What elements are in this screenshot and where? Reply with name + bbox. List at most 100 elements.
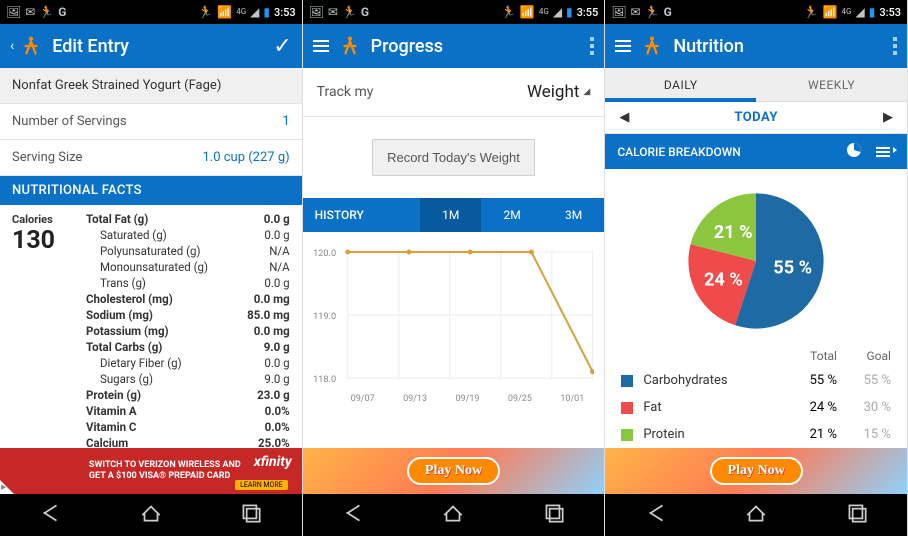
prev-day-icon[interactable]: ◀: [619, 110, 629, 125]
app-logo-icon[interactable]: [641, 35, 663, 57]
android-navbar: [303, 494, 605, 536]
track-label: Track my: [317, 84, 374, 100]
menu-icon[interactable]: [313, 40, 329, 52]
home-icon[interactable]: [743, 500, 769, 530]
clock: 3:53: [274, 6, 296, 19]
google-icon: G: [664, 6, 672, 18]
app-logo-icon[interactable]: [339, 35, 361, 57]
page-title: Nutrition: [673, 36, 883, 57]
ytick-118: 118.0: [313, 375, 336, 385]
date-label[interactable]: TODAY: [734, 110, 778, 125]
xtick: 10/01: [560, 394, 584, 404]
tab-daily[interactable]: DAILY: [605, 68, 756, 101]
svg-text:55 %: 55 %: [773, 257, 812, 278]
legend-header: Total Goal: [605, 349, 907, 367]
running-icon-2: 🏃: [501, 6, 516, 18]
svg-text:21 %: 21 %: [714, 222, 753, 243]
legend-total: 55 %: [783, 373, 837, 388]
date-navigator: ◀ TODAY ▶: [605, 102, 907, 134]
range-tab-1m[interactable]: 1M: [420, 198, 481, 232]
servings-row[interactable]: Number of Servings 1: [0, 104, 302, 140]
tab-weekly[interactable]: WEEKLY: [756, 68, 907, 101]
legend-row: Fat24 %30 %: [605, 394, 907, 421]
ad-cta[interactable]: Play Now: [407, 457, 500, 485]
image-icon: 🖼: [611, 6, 626, 18]
wifi-icon: 📶: [823, 6, 838, 18]
actionbar: ‹ Edit Entry ✓: [0, 24, 302, 68]
size-label: Serving Size: [12, 150, 82, 165]
fact-row: Total Carbs (g)9.0 g: [86, 339, 290, 355]
legend-total: 24 %: [783, 400, 837, 415]
food-name: Nonfat Greek Strained Yogurt (Fage): [0, 68, 302, 104]
legend-goal: 15 %: [837, 427, 891, 442]
ytick-119: 119.0: [313, 312, 336, 322]
home-icon[interactable]: [138, 500, 164, 530]
running-icon-2: 🏃: [198, 6, 213, 18]
fact-row: Sugars (g)9.0 g: [86, 371, 290, 387]
page-title: Progress: [371, 36, 581, 57]
ad-banner[interactable]: Play Now: [605, 448, 907, 494]
overflow-icon[interactable]: [893, 37, 897, 55]
range-tab-3m[interactable]: 3M: [543, 198, 604, 232]
menu-icon[interactable]: [615, 40, 631, 52]
signal-icon: ◢: [855, 6, 864, 18]
home-icon[interactable]: [440, 500, 466, 530]
recent-apps-icon[interactable]: [238, 500, 264, 530]
back-caret-icon[interactable]: ‹: [10, 38, 14, 54]
history-header: HISTORY 1M 2M 3M: [303, 198, 605, 232]
ad-banner[interactable]: SWITCH TO VERIZON WIRELESS AND GET A $10…: [0, 448, 302, 494]
calorie-box: Calories 130: [0, 205, 86, 448]
history-label: HISTORY: [303, 198, 420, 232]
nutrition-facts-header: NUTRITIONAL FACTS: [0, 176, 302, 205]
legend-row: Carbohydrates55 %55 %: [605, 367, 907, 394]
overflow-icon[interactable]: [590, 37, 594, 55]
next-day-icon[interactable]: ▶: [883, 110, 893, 125]
back-icon[interactable]: [340, 500, 366, 530]
legend-total: 21 %: [783, 427, 837, 442]
range-tab-2m[interactable]: 2M: [481, 198, 542, 232]
app-logo-icon[interactable]: [20, 35, 42, 57]
fact-row: Polyunsaturated (g)N/A: [86, 243, 290, 259]
page-title: Edit Entry: [52, 36, 263, 57]
android-navbar: [605, 494, 907, 536]
back-icon[interactable]: [643, 500, 669, 530]
actionbar: Nutrition: [605, 24, 907, 68]
fact-row: Total Fat (g)0.0 g: [86, 211, 290, 227]
statusbar: 🖼 ✉ 🏃 G 🏃 📶 4G ◢ ▮ 3:53: [605, 0, 907, 24]
clock: 3:53: [879, 6, 901, 19]
list-view-icon[interactable]: [876, 145, 895, 159]
phone-nutrition: 🖼 ✉ 🏃 G 🏃 📶 4G ◢ ▮ 3:53 Nutrition DAILY …: [605, 0, 908, 536]
ad-brand: xfinity: [254, 454, 292, 470]
running-icon: 🏃: [645, 6, 660, 18]
servings-value: 1: [282, 114, 289, 129]
svg-text:24 %: 24 %: [704, 269, 743, 290]
record-weight-button[interactable]: Record Today's Weight: [372, 139, 535, 176]
ad-choices-icon[interactable]: [0, 480, 14, 494]
mail-icon: ✉: [25, 6, 35, 18]
legend-goal: 30 %: [837, 400, 891, 415]
confirm-check-icon[interactable]: ✓: [273, 34, 291, 59]
back-icon[interactable]: [37, 500, 63, 530]
ad-banner[interactable]: Play Now: [303, 448, 605, 494]
track-selector-row[interactable]: Track my Weight ◢: [303, 68, 605, 117]
servings-label: Number of Servings: [12, 114, 127, 129]
mail-icon: ✉: [631, 6, 641, 18]
legend-name: Protein: [643, 427, 783, 442]
recent-apps-icon[interactable]: [541, 500, 567, 530]
android-navbar: [0, 494, 302, 536]
statusbar: 🖼 ✉ 🏃 G 🏃 📶 4G ◢ ▮ 3:55: [303, 0, 605, 24]
battery-icon: ▮: [263, 6, 270, 18]
phone-progress: 🖼 ✉ 🏃 G 🏃 📶 4G ◢ ▮ 3:55 Progress Track m…: [303, 0, 606, 536]
signal-icon: ◢: [553, 6, 562, 18]
breakdown-title: CALORIE BREAKDOWN: [617, 145, 741, 159]
serving-size-row[interactable]: Serving Size 1.0 cup (227 g): [0, 140, 302, 176]
network-4g-icon: 4G: [236, 8, 246, 16]
fact-row: Monounsaturated (g)N/A: [86, 259, 290, 275]
weight-chart: 120.0 119.0 118.0 09/0709/1309/1909/2510…: [303, 232, 605, 448]
legend-swatch: [621, 402, 633, 414]
recent-apps-icon[interactable]: [844, 500, 870, 530]
running-icon: 🏃: [39, 6, 54, 18]
ad-cta[interactable]: Play Now: [710, 457, 803, 485]
pie-view-icon[interactable]: [846, 142, 862, 161]
ad-cta[interactable]: LEARN MORE: [235, 480, 288, 490]
